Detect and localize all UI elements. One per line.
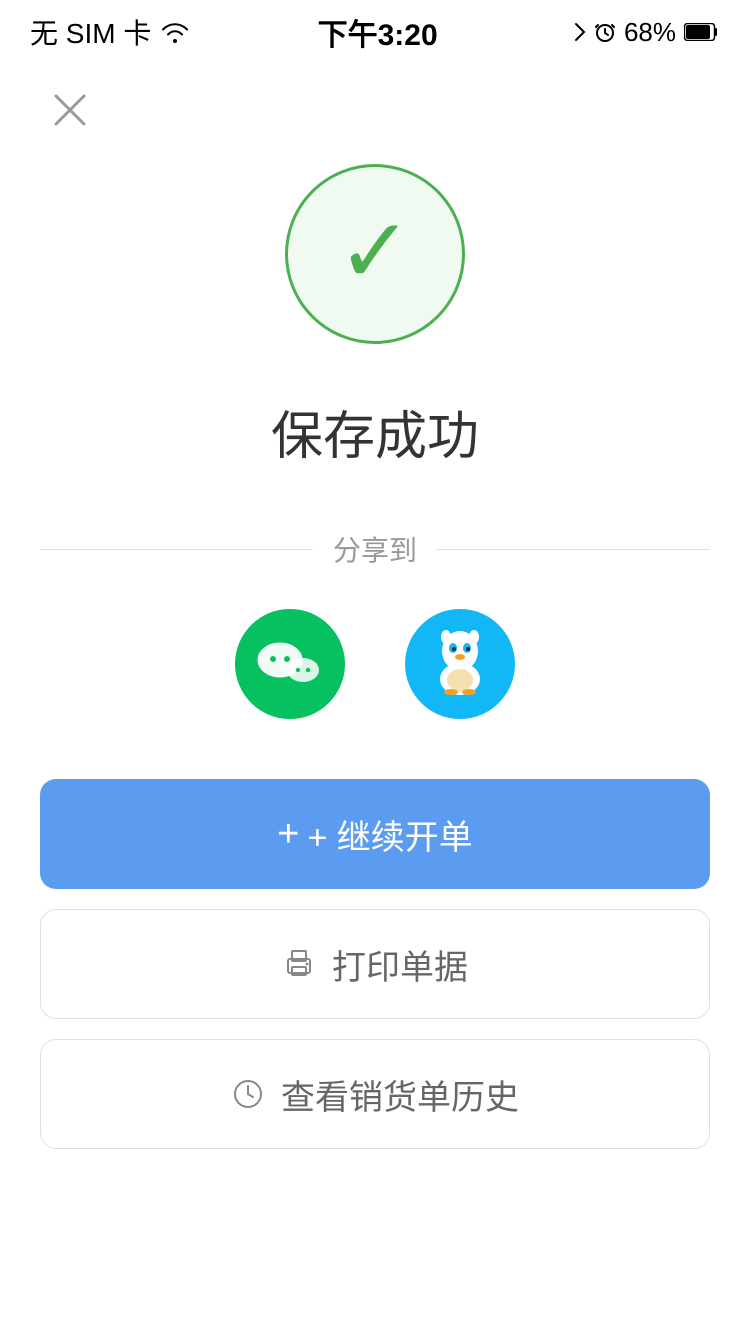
sim-text: 无 SIM 卡 xyxy=(30,12,151,52)
history-button[interactable]: 查看销货单历史 xyxy=(40,1039,710,1149)
share-divider: 分享到 xyxy=(0,529,750,569)
print-label: 打印单据 xyxy=(332,940,468,989)
close-button[interactable] xyxy=(40,80,100,140)
status-right: 68% xyxy=(566,17,720,48)
qq-icon xyxy=(428,629,493,699)
continue-label: + 继续开单 xyxy=(307,810,472,859)
battery-text: 68% xyxy=(624,17,676,48)
status-time: 下午3:20 xyxy=(318,10,438,54)
status-left: 无 SIM 卡 xyxy=(30,12,189,52)
close-icon xyxy=(52,92,88,128)
continue-icon: + xyxy=(277,813,299,856)
location-icon xyxy=(566,22,586,42)
qq-share-button[interactable] xyxy=(405,609,515,719)
divider-left xyxy=(40,549,313,550)
main-content: ✓ 保存成功 分享到 xyxy=(0,64,750,1149)
checkmark-icon: ✓ xyxy=(337,207,412,297)
history-label: 查看销货单历史 xyxy=(281,1070,519,1119)
print-icon xyxy=(282,947,316,981)
wechat-icon xyxy=(255,634,325,694)
share-icons xyxy=(235,609,515,719)
buttons-section: + + 继续开单 打印单据 查看销货单历史 xyxy=(0,779,750,1149)
history-icon xyxy=(231,1077,265,1111)
divider-right xyxy=(437,549,710,550)
share-label: 分享到 xyxy=(313,529,437,569)
share-section: 分享到 xyxy=(0,529,750,719)
wechat-share-button[interactable] xyxy=(235,609,345,719)
success-title: 保存成功 xyxy=(271,394,479,469)
wifi-icon xyxy=(161,21,189,43)
success-circle: ✓ xyxy=(285,164,465,344)
battery-icon xyxy=(684,23,720,41)
alarm-icon xyxy=(594,21,616,43)
status-bar: 无 SIM 卡 下午3:20 68% xyxy=(0,0,750,64)
print-button[interactable]: 打印单据 xyxy=(40,909,710,1019)
continue-button[interactable]: + + 继续开单 xyxy=(40,779,710,889)
